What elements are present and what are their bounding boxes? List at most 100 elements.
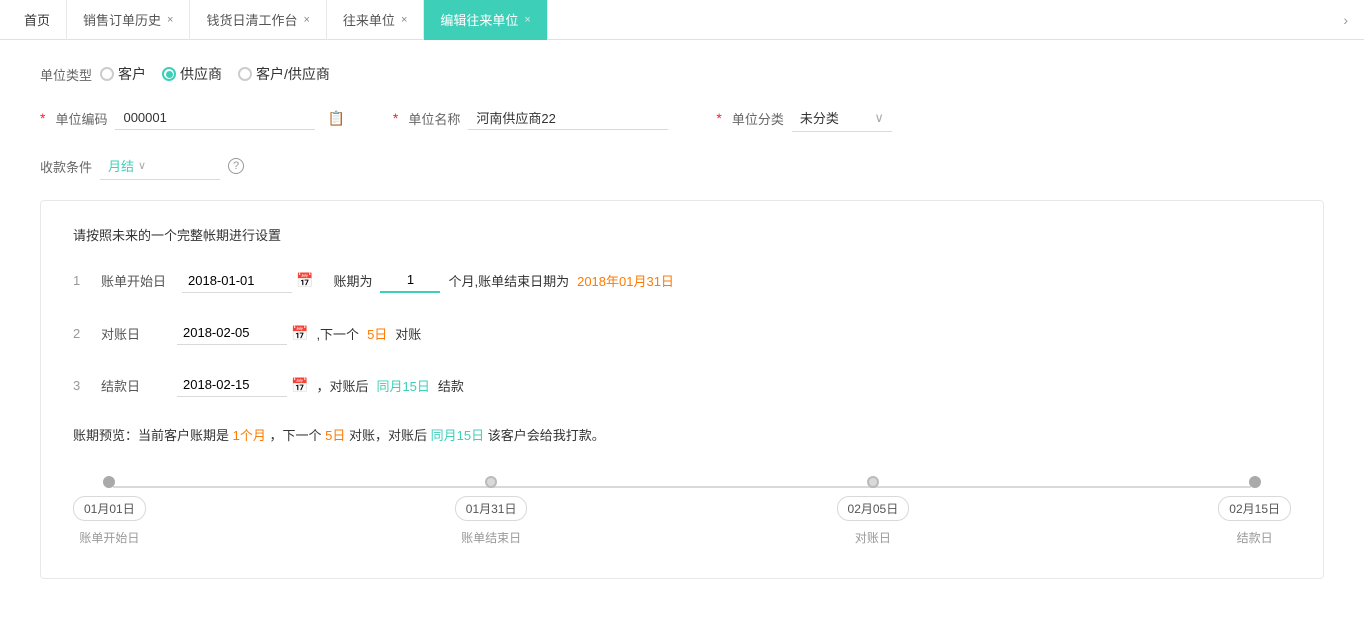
- timeline-item-0: 01月01日 账单开始日: [73, 476, 146, 546]
- radio-supplier[interactable]: 供应商: [162, 64, 222, 84]
- date-input-wrap-2: 📅: [177, 321, 308, 345]
- preview-part3: 同月15日: [431, 428, 484, 443]
- rec-desc-suffix: 对账: [395, 324, 421, 343]
- unit-code-star: *: [40, 110, 45, 126]
- row-num-2: 2: [73, 326, 93, 341]
- row-field-label-3: 结款日: [101, 376, 161, 395]
- tab-partner-units-close[interactable]: ×: [401, 14, 407, 26]
- date-input-3[interactable]: [177, 373, 287, 397]
- radio-both-circle: [238, 67, 252, 81]
- row-field-label-2: 对账日: [101, 324, 161, 343]
- sett-desc-highlight: 同月15日: [376, 376, 429, 395]
- tab-edit-partner-label: 编辑往来单位: [440, 10, 518, 29]
- calendar-icon-3[interactable]: 📅: [291, 377, 308, 394]
- timeline-badge-3: 02月15日: [1218, 496, 1291, 521]
- preview-part1-sep: ，下一个: [270, 428, 322, 443]
- timeline-label-3: 结款日: [1237, 529, 1273, 546]
- unit-type-row: 单位类型 客户 供应商 客户/供应商: [40, 64, 1324, 84]
- timeline-badge-0: 01月01日: [73, 496, 146, 521]
- preview-row: 账期预览：当前客户账期是 1个月 ，下一个 5日 对账，对账后 同月15日 该客…: [73, 425, 1291, 444]
- timeline-label-0: 账单开始日: [79, 529, 139, 546]
- tab-cash-work-close[interactable]: ×: [303, 14, 309, 26]
- preview-part1: 1个月: [233, 428, 266, 443]
- rec-desc-highlight: 5日: [367, 324, 387, 343]
- copy-icon[interactable]: 📋: [327, 110, 344, 127]
- section-title: 请按照未来的一个完整帐期进行设置: [73, 225, 1291, 244]
- timeline-badge-1: 01月31日: [455, 496, 528, 521]
- preview-part2-sep: 对账，对账后: [349, 428, 427, 443]
- timeline: 01月01日 账单开始日 01月31日 账单结束日 02月05日 对账日 02月…: [73, 468, 1291, 554]
- radio-both-label: 客户/供应商: [256, 64, 330, 84]
- timeline-label-2: 对账日: [855, 529, 891, 546]
- tab-edit-partner-close[interactable]: ×: [524, 14, 530, 26]
- radio-customer[interactable]: 客户: [100, 64, 146, 84]
- tab-bar: 首页 销售订单历史 × 钱货日清工作台 × 往来单位 × 编辑往来单位 × ›: [0, 0, 1364, 40]
- row-num-1: 1: [73, 273, 93, 288]
- tab-sales-history-close[interactable]: ×: [167, 14, 173, 26]
- tab-home-label: 首页: [24, 10, 50, 29]
- settings-section: 请按照未来的一个完整帐期进行设置 1 账单开始日 📅 账期为 个月,账单结束日期…: [40, 200, 1324, 579]
- tab-sales-history[interactable]: 销售订单历史 ×: [67, 0, 190, 40]
- period-input[interactable]: [380, 268, 440, 293]
- rec-desc-prefix: ,下一个: [316, 324, 359, 343]
- row-num-3: 3: [73, 378, 93, 393]
- timeline-item-1: 01月31日 账单结束日: [455, 476, 528, 546]
- tab-arrow[interactable]: ›: [1335, 12, 1356, 28]
- setting-row-2: 2 对账日 📅 ,下一个 5日 对账: [73, 321, 1291, 345]
- radio-supplier-circle: [162, 67, 176, 81]
- unit-code-input[interactable]: [115, 106, 315, 130]
- timeline-dot-3: [1249, 476, 1261, 488]
- setting-row-1: 1 账单开始日 📅 账期为 个月,账单结束日期为 2018年01月31日: [73, 268, 1291, 293]
- radio-both[interactable]: 客户/供应商: [238, 64, 330, 84]
- period-prefix: 账期为: [333, 271, 372, 290]
- unit-type-radio-group: 客户 供应商 客户/供应商: [100, 64, 330, 84]
- payment-terms-label: 收款条件: [40, 157, 92, 176]
- tab-partner-units[interactable]: 往来单位 ×: [327, 0, 424, 40]
- tab-sales-history-label: 销售订单历史: [83, 10, 161, 29]
- timeline-item-2: 02月05日 对账日: [837, 476, 910, 546]
- timeline-badge-2: 02月05日: [837, 496, 910, 521]
- unit-category-select[interactable]: 未分类 ∨: [792, 104, 892, 132]
- period-end-date: 2018年01月31日: [577, 271, 674, 290]
- sett-desc-prefix: ，对账后: [316, 376, 368, 395]
- calendar-icon-2[interactable]: 📅: [291, 325, 308, 342]
- tab-edit-partner[interactable]: 编辑往来单位 ×: [424, 0, 547, 40]
- preview-part3-suffix: 该客户会给我打款。: [488, 428, 605, 443]
- unit-name-input[interactable]: [468, 106, 668, 130]
- unit-category-value: 未分类: [800, 108, 874, 127]
- unit-code-label: 单位编码: [55, 109, 107, 128]
- setting-row-3: 3 结款日 📅 ，对账后 同月15日 结款: [73, 373, 1291, 397]
- unit-info-row: * 单位编码 📋 * 单位名称 * 单位分类 未分类 ∨: [40, 104, 1324, 132]
- unit-name-label: 单位名称: [408, 109, 460, 128]
- preview-part2: 5日: [325, 428, 345, 443]
- unit-category-arrow: ∨: [874, 110, 884, 126]
- date-input-wrap-1: 📅: [182, 269, 313, 293]
- help-icon[interactable]: ?: [228, 158, 244, 174]
- unit-category-label: 单位分类: [732, 109, 784, 128]
- radio-supplier-label: 供应商: [180, 64, 222, 84]
- row-field-label-1: 账单开始日: [101, 271, 166, 290]
- tab-home[interactable]: 首页: [8, 0, 67, 40]
- payment-terms-row: 收款条件 月结 ∨ ?: [40, 152, 1324, 180]
- unit-category-star: *: [716, 110, 721, 126]
- payment-terms-dropdown[interactable]: 月结 ∨: [100, 152, 220, 180]
- preview-label: 账期预览：当前客户账期是: [73, 428, 229, 443]
- sett-desc-suffix: 结款: [438, 376, 464, 395]
- payment-terms-arrow: ∨: [138, 159, 146, 172]
- timeline-label-1: 账单结束日: [461, 529, 521, 546]
- page-content: 单位类型 客户 供应商 客户/供应商 * 单位编码 📋 * 单位名称 * 单位分…: [0, 40, 1364, 623]
- timeline-dot-2: [867, 476, 879, 488]
- date-input-1[interactable]: [182, 269, 292, 293]
- unit-name-star: *: [393, 110, 398, 126]
- calendar-icon-1[interactable]: 📅: [296, 272, 313, 289]
- radio-customer-label: 客户: [118, 64, 146, 84]
- timeline-dot-1: [485, 476, 497, 488]
- tab-cash-work-label: 钱货日清工作台: [206, 10, 297, 29]
- tab-cash-work[interactable]: 钱货日清工作台 ×: [190, 0, 326, 40]
- timeline-item-3: 02月15日 结款日: [1218, 476, 1291, 546]
- date-input-wrap-3: 📅: [177, 373, 308, 397]
- unit-type-label: 单位类型: [40, 65, 92, 84]
- date-input-2[interactable]: [177, 321, 287, 345]
- payment-terms-value: 月结: [108, 156, 134, 175]
- tab-partner-units-label: 往来单位: [343, 10, 395, 29]
